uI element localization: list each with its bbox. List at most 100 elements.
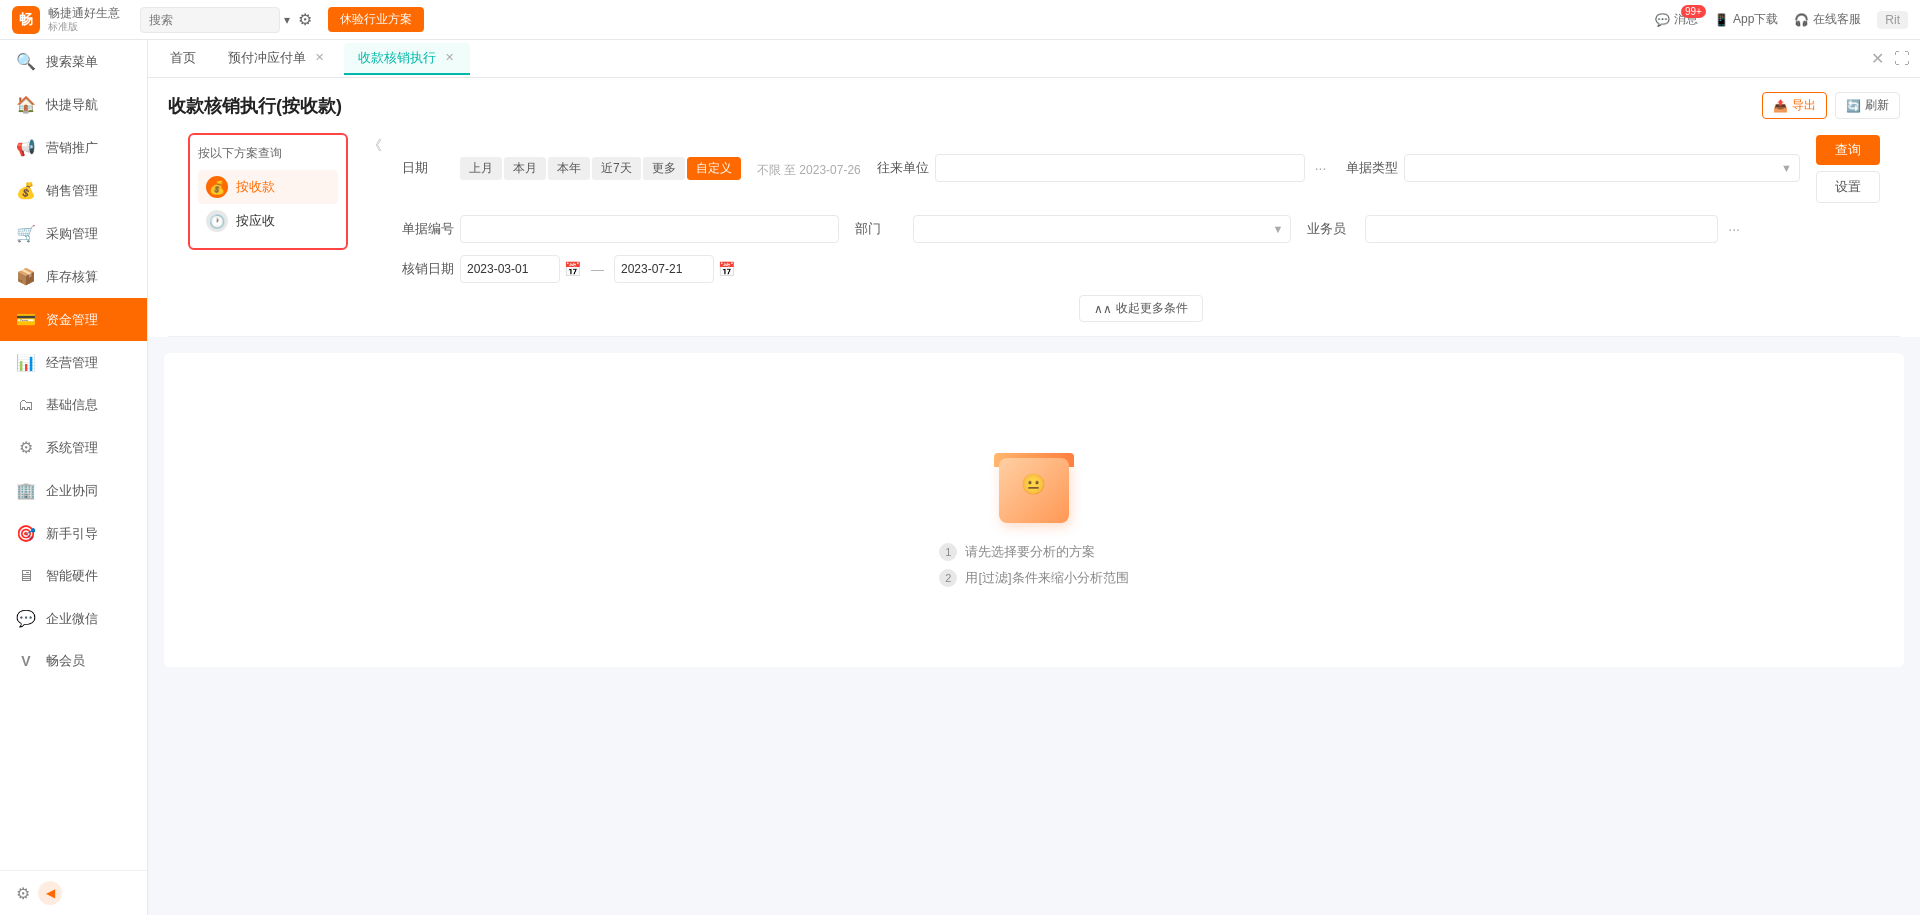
holiday-btn[interactable]: 休验行业方案 [328, 7, 424, 32]
topbar-gear-icon[interactable]: ⚙ [298, 10, 312, 29]
online-service-btn[interactable]: 🎧 在线客服 [1794, 11, 1861, 28]
empty-illustration: 😐 [984, 433, 1084, 523]
user-label: Rit [1877, 11, 1908, 29]
sidebar-item-basic-info[interactable]: 🗂 基础信息 [0, 384, 147, 426]
sidebar-item-label: 营销推广 [46, 139, 98, 157]
tab-receivable-close[interactable]: ✕ [442, 51, 456, 65]
sidebar-item-label: 基础信息 [46, 396, 98, 414]
page-title: 收款核销执行(按收款) [168, 94, 342, 118]
sidebar-item-label: 经营管理 [46, 354, 98, 372]
page-header: 收款核销执行(按收款) 📤 导出 🔄 刷新 [148, 78, 1920, 337]
sidebar-item-hardware[interactable]: 🖥 智能硬件 [0, 555, 147, 597]
staff-dots[interactable]: ··· [1724, 221, 1744, 237]
funds-icon: 💳 [16, 310, 36, 329]
dept-select[interactable] [913, 215, 1292, 243]
sidebar-item-sales[interactable]: 💰 销售管理 [0, 169, 147, 212]
sidebar-item-operations[interactable]: 📊 经营管理 [0, 341, 147, 384]
query-btn[interactable]: 查询 [1816, 135, 1880, 165]
dept-label: 部门 [855, 220, 907, 238]
tabbar-expand-icon[interactable]: ⛶ [1892, 48, 1912, 70]
inventory-icon: 📦 [16, 267, 36, 286]
settings-btn[interactable]: 设置 [1816, 171, 1880, 203]
sidebar-item-label: 系统管理 [46, 439, 98, 457]
sidebar-item-enterprise[interactable]: 🏢 企业协同 [0, 469, 147, 512]
date-btn-more[interactable]: 更多 [643, 157, 685, 180]
filter-receivable-label: 按应收 [236, 212, 275, 230]
staff-input[interactable] [1365, 215, 1718, 243]
page-header-actions: 📤 导出 🔄 刷新 [1762, 92, 1900, 119]
filter-doctype-field: 单据类型 ▼ [1346, 154, 1800, 182]
topbar: 畅 畅捷通好生意 标准版 ▾ ⚙ 休验行业方案 💬 消息 99+ 📱 App下载… [0, 0, 1920, 40]
quick-nav-icon: 🏠 [16, 95, 36, 114]
writeoff-date-end[interactable] [614, 255, 714, 283]
message-icon: 💬 [1655, 13, 1670, 27]
app-download-btn[interactable]: 📱 App下载 [1714, 11, 1778, 28]
sales-icon: 💰 [16, 181, 36, 200]
calendar-start-icon[interactable]: 📅 [564, 261, 581, 277]
sidebar-item-newbie[interactable]: 🎯 新手引导 [0, 512, 147, 555]
filter-option-by-receivable[interactable]: 🕐 按应收 [198, 204, 338, 238]
sidebar-item-funds[interactable]: 💳 资金管理 [0, 298, 147, 341]
tab-home-label: 首页 [170, 49, 196, 67]
topbar-dropdown-btn[interactable]: ▾ [284, 13, 290, 27]
writeoff-date-end-wrap: 📅 [614, 255, 735, 283]
sidebar-settings-icon[interactable]: ⚙ [16, 884, 30, 903]
member-icon: V [16, 653, 36, 669]
date-btn-last-month[interactable]: 上月 [460, 157, 502, 180]
sidebar-collapse-btn[interactable]: ◀ [38, 881, 62, 905]
sidebar-item-wechat[interactable]: 💬 企业微信 [0, 597, 147, 640]
date-nolimit: 不限 至 2023-07-26 [757, 162, 861, 179]
date-btn-this-year[interactable]: 本年 [548, 157, 590, 180]
empty-num-2: 2 [939, 569, 957, 587]
tabbar-close-icon[interactable]: ✕ [1869, 47, 1886, 70]
doctype-select[interactable] [1404, 154, 1800, 182]
writeoff-date-start-wrap: 📅 [460, 255, 581, 283]
empty-num-1: 1 [939, 543, 957, 561]
brand-name: 畅捷通好生意 [48, 6, 120, 20]
page-title-row: 收款核销执行(按收款) 📤 导出 🔄 刷新 [168, 92, 1900, 119]
tab-prepay[interactable]: 预付冲应付单 ✕ [214, 43, 340, 75]
filter-option-by-receipt[interactable]: 💰 按收款 [198, 170, 338, 204]
docno-label: 单据编号 [402, 220, 454, 238]
sidebar-item-label: 快捷导航 [46, 96, 98, 114]
counterpart-dots[interactable]: ··· [1311, 160, 1331, 176]
date-btn-7days[interactable]: 近7天 [592, 157, 641, 180]
topbar-search-input[interactable] [140, 7, 280, 33]
tab-receivable[interactable]: 收款核销执行 ✕ [344, 43, 470, 75]
purchase-icon: 🛒 [16, 224, 36, 243]
filter-main: 按以下方案查询 💰 按收款 🕐 按应收 《 [188, 133, 1880, 322]
topbar-right: 💬 消息 99+ 📱 App下载 🎧 在线客服 Rit [1655, 11, 1908, 29]
sidebar-item-search-menu[interactable]: 🔍 搜索菜单 [0, 40, 147, 83]
sidebar-item-system[interactable]: ⚙ 系统管理 [0, 426, 147, 469]
system-icon: ⚙ [16, 438, 36, 457]
docno-input[interactable] [460, 215, 839, 243]
writeoff-date-start[interactable] [460, 255, 560, 283]
sidebar-item-marketing[interactable]: 📢 营销推广 [0, 126, 147, 169]
export-icon: 📤 [1773, 99, 1788, 113]
sidebar-item-label: 企业协同 [46, 482, 98, 500]
refresh-btn[interactable]: 🔄 刷新 [1835, 92, 1900, 119]
tab-prepay-close[interactable]: ✕ [312, 51, 326, 65]
date-btn-custom[interactable]: 自定义 [687, 157, 741, 180]
filter-collapse-btn[interactable]: 《 [364, 137, 386, 155]
app-icon: 📱 [1714, 13, 1729, 27]
tab-home[interactable]: 首页 [156, 43, 210, 75]
calendar-end-icon[interactable]: 📅 [718, 261, 735, 277]
counterpart-label: 往来单位 [877, 159, 929, 177]
sidebar-item-quick-nav[interactable]: 🏠 快捷导航 [0, 83, 147, 126]
tabbar-actions: ✕ ⛶ [1869, 47, 1912, 70]
empty-hint-2: 2 用[过滤]条件来缩小分析范围 [939, 569, 1128, 587]
message-btn[interactable]: 💬 消息 99+ [1655, 11, 1698, 28]
collapse-chevron-icon: ∧∧ [1094, 302, 1112, 316]
main: 首页 预付冲应付单 ✕ 收款核销执行 ✕ ✕ ⛶ 收款核销执行(按收款) [148, 40, 1920, 915]
sidebar-item-purchase[interactable]: 🛒 采购管理 [0, 212, 147, 255]
sidebar-item-inventory[interactable]: 📦 库存核算 [0, 255, 147, 298]
export-btn[interactable]: 📤 导出 [1762, 92, 1827, 119]
counterpart-input[interactable] [935, 154, 1305, 182]
layout: 🔍 搜索菜单 🏠 快捷导航 📢 营销推广 💰 销售管理 🛒 采购管理 📦 库存核… [0, 40, 1920, 915]
tab-receivable-label: 收款核销执行 [358, 49, 436, 67]
date-btn-this-month[interactable]: 本月 [504, 157, 546, 180]
sidebar-item-member[interactable]: V 畅会员 [0, 640, 147, 682]
collapse-more-btn[interactable]: ∧∧ 收起更多条件 [1079, 295, 1203, 322]
filter-row-1: 日期 上月 本月 本年 近7天 更多 自定义 [402, 133, 1880, 203]
